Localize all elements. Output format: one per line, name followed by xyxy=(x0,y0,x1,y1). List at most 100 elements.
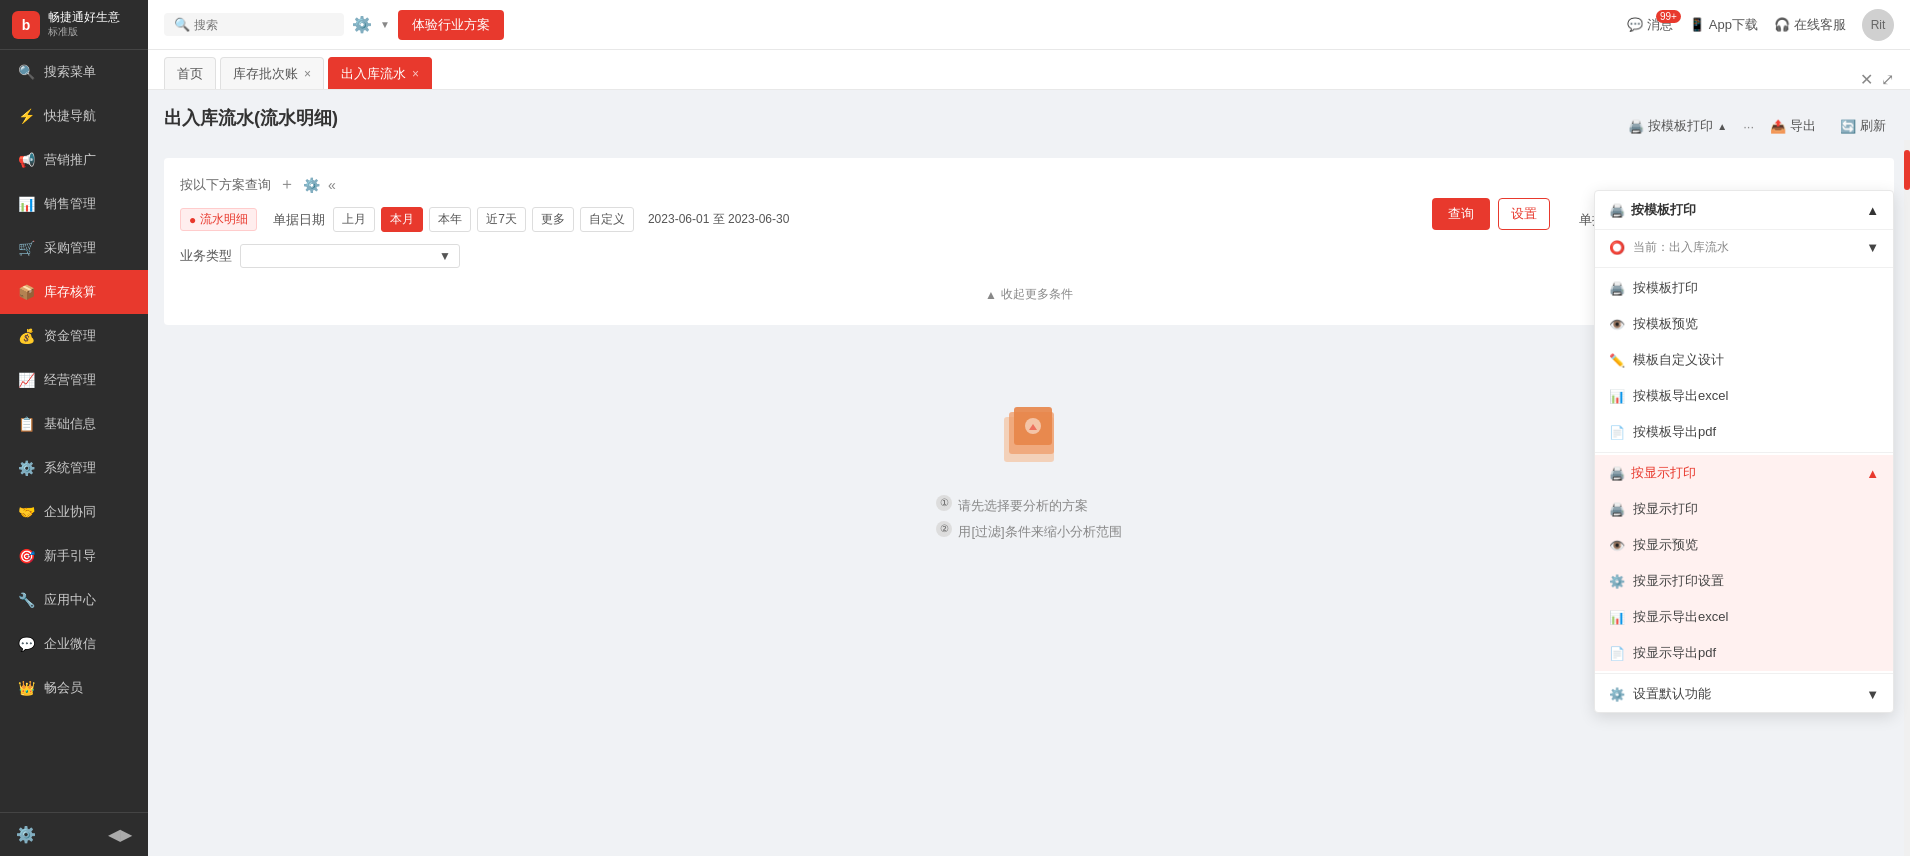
refresh-btn[interactable]: 🔄 刷新 xyxy=(1832,113,1894,139)
more-options-icon[interactable]: ··· xyxy=(1743,119,1754,134)
tab-inout-flow-close[interactable]: × xyxy=(412,67,419,81)
user-name: Rit xyxy=(1871,18,1886,32)
display-pdf-icon: 📄 xyxy=(1609,646,1625,661)
topbar-chevron-icon[interactable]: ▼ xyxy=(380,19,390,30)
sidebar-icon-13: 💬 xyxy=(16,634,36,654)
sidebar-item-13[interactable]: 💬 企业微信 xyxy=(0,622,148,666)
sidebar-item-9[interactable]: ⚙️ 系统管理 xyxy=(0,446,148,490)
dropdown-item-display-preview[interactable]: 👁️ 按显示预览 xyxy=(1595,527,1893,563)
filter-biz-type-item: 业务类型 ▼ xyxy=(180,244,460,268)
sidebar-item-6[interactable]: 💰 资金管理 xyxy=(0,314,148,358)
print-label: 按模板打印 xyxy=(1648,117,1713,135)
sidebar-label-1: 快捷导航 xyxy=(44,107,96,125)
filter-add-icon[interactable]: ＋ xyxy=(279,174,295,195)
tab-inout-flow[interactable]: 出入库流水 × xyxy=(328,57,432,89)
sidebar-icon-9: ⚙️ xyxy=(16,458,36,478)
search-box[interactable]: 🔍 xyxy=(164,13,344,36)
tab-inventory-batch[interactable]: 库存批次账 × xyxy=(220,57,324,89)
sidebar-icon-2: 📢 xyxy=(16,150,36,170)
sidebar-label-3: 销售管理 xyxy=(44,195,96,213)
current-chevron[interactable]: ▼ xyxy=(1866,240,1879,255)
display-print-header-icon: 🖨️ xyxy=(1609,466,1625,481)
template-preview-label: 按模板预览 xyxy=(1633,315,1698,333)
sidebar-label-7: 经营管理 xyxy=(44,371,96,389)
tip-2-text: 用[过滤]条件来缩小分析范围 xyxy=(958,519,1121,545)
template-print-label: 按模板打印 xyxy=(1633,279,1698,297)
collapse-up-icon: ▲ xyxy=(985,288,997,302)
dropdown-header: 🖨️ 按模板打印 ▲ xyxy=(1595,191,1893,230)
tabs-right-controls: ✕ ⤢ xyxy=(1860,70,1894,89)
date-btn-more[interactable]: 更多 xyxy=(532,207,574,232)
app-download-btn[interactable]: 📱 App下载 xyxy=(1689,16,1758,34)
collapse-sidebar-icon[interactable]: ◀▶ xyxy=(108,825,132,844)
sidebar-nav: 🔍 搜索菜单 ⚡ 快捷导航 📢 营销推广 📊 销售管理 🛒 采购管理 📦 库存核… xyxy=(0,50,148,812)
filter-collapse-icon[interactable]: « xyxy=(328,177,336,193)
scrollbar-thumb[interactable] xyxy=(1904,150,1910,190)
query-btn[interactable]: 查询 xyxy=(1432,198,1490,230)
filter-tag[interactable]: ● 流水明细 xyxy=(180,208,257,231)
main-content: 🔍 ⚙️ ▼ 体验行业方案 💬 消息 99+ 📱 App下载 🎧 xyxy=(148,0,1910,856)
dropdown-item-display-settings[interactable]: ⚙️ 按显示打印设置 xyxy=(1595,563,1893,599)
tab-close-all-icon[interactable]: ✕ xyxy=(1860,70,1873,89)
dropdown-item-template-print[interactable]: 🖨️ 按模板打印 xyxy=(1595,270,1893,306)
message-icon: 💬 xyxy=(1627,17,1643,32)
dropdown-item-template-preview[interactable]: 👁️ 按模板预览 xyxy=(1595,306,1893,342)
sidebar-item-14[interactable]: 👑 畅会员 xyxy=(0,666,148,710)
date-btn-last-month[interactable]: 上月 xyxy=(333,207,375,232)
dropdown-header-chevron[interactable]: ▲ xyxy=(1866,203,1879,218)
date-btn-7days[interactable]: 近7天 xyxy=(477,207,526,232)
sidebar-item-11[interactable]: 🎯 新手引导 xyxy=(0,534,148,578)
sidebar-label-12: 应用中心 xyxy=(44,591,96,609)
user-avatar[interactable]: Rit xyxy=(1862,9,1894,41)
dropdown-item-display-excel[interactable]: 📊 按显示导出excel xyxy=(1595,599,1893,635)
online-service-btn[interactable]: 🎧 在线客服 xyxy=(1774,16,1846,34)
tab-inout-flow-label: 出入库流水 xyxy=(341,65,406,83)
sidebar-item-8[interactable]: 📋 基础信息 xyxy=(0,402,148,446)
export-btn[interactable]: 📤 导出 xyxy=(1762,113,1824,139)
biz-type-select[interactable]: ▼ xyxy=(240,244,460,268)
sidebar-label-9: 系统管理 xyxy=(44,459,96,477)
sidebar-item-2[interactable]: 📢 营销推广 xyxy=(0,138,148,182)
scrollbar-track xyxy=(1904,140,1910,856)
sidebar-item-0[interactable]: 🔍 搜索菜单 xyxy=(0,50,148,94)
sidebar-item-4[interactable]: 🛒 采购管理 xyxy=(0,226,148,270)
dropdown-item-display-pdf[interactable]: 📄 按显示导出pdf xyxy=(1595,635,1893,671)
dropdown-item-template-design[interactable]: ✏️ 模板自定义设计 xyxy=(1595,342,1893,378)
dropdown-item-template-pdf[interactable]: 📄 按模板导出pdf xyxy=(1595,414,1893,450)
dropdown-item-display-print[interactable]: 🖨️ 按显示打印 xyxy=(1595,491,1893,527)
topbar-right: 💬 消息 99+ 📱 App下载 🎧 在线客服 Rit xyxy=(1627,9,1894,41)
sidebar-label-5: 库存核算 xyxy=(44,283,96,301)
tab-inventory-batch-close[interactable]: × xyxy=(304,67,311,81)
sidebar-item-10[interactable]: 🤝 企业协同 xyxy=(0,490,148,534)
date-btn-custom[interactable]: 自定义 xyxy=(580,207,634,232)
app-download-label: App下载 xyxy=(1709,16,1758,34)
topbar-gear-icon[interactable]: ⚙️ xyxy=(352,15,372,34)
display-print-chevron[interactable]: ▲ xyxy=(1866,466,1879,481)
settings-icon[interactable]: ⚙️ xyxy=(16,825,36,844)
sidebar-item-1[interactable]: ⚡ 快捷导航 xyxy=(0,94,148,138)
dropdown-item-default[interactable]: ⚙️ 设置默认功能 ▼ xyxy=(1595,676,1893,712)
sidebar-item-7[interactable]: 📈 经营管理 xyxy=(0,358,148,402)
filter-settings-icon[interactable]: ⚙️ xyxy=(303,177,320,193)
template-print-icon: 🖨️ xyxy=(1609,281,1625,296)
industry-btn[interactable]: 体验行业方案 xyxy=(398,10,504,40)
sidebar-item-5[interactable]: 📦 库存核算 xyxy=(0,270,148,314)
sidebar-item-3[interactable]: 📊 销售管理 xyxy=(0,182,148,226)
date-btn-this-month[interactable]: 本月 xyxy=(381,207,423,232)
sidebar-item-12[interactable]: 🔧 应用中心 xyxy=(0,578,148,622)
template-excel-icon: 📊 xyxy=(1609,389,1625,404)
date-btn-this-year[interactable]: 本年 xyxy=(429,207,471,232)
tab-expand-icon[interactable]: ⤢ xyxy=(1881,70,1894,89)
search-input[interactable] xyxy=(194,18,324,32)
print-btn[interactable]: 🖨️ 按模板打印 ▲ xyxy=(1620,113,1735,139)
settings-btn[interactable]: 设置 xyxy=(1498,198,1550,230)
message-btn[interactable]: 💬 消息 99+ xyxy=(1627,16,1673,34)
dropdown-display-print-header[interactable]: 🖨️ 按显示打印 ▲ xyxy=(1595,455,1893,491)
tab-home[interactable]: 首页 xyxy=(164,57,216,89)
dropdown-item-template-excel[interactable]: 📊 按模板导出excel xyxy=(1595,378,1893,414)
tip-1-text: 请先选择要分析的方案 xyxy=(958,493,1088,519)
template-pdf-icon: 📄 xyxy=(1609,425,1625,440)
page-header: 出入库流水(流水明细) 🖨️ 按模板打印 ▲ ··· 📤 导出 🔄 xyxy=(164,106,1894,146)
print-chevron-icon[interactable]: ▲ xyxy=(1717,121,1727,132)
template-pdf-label: 按模板导出pdf xyxy=(1633,423,1716,441)
